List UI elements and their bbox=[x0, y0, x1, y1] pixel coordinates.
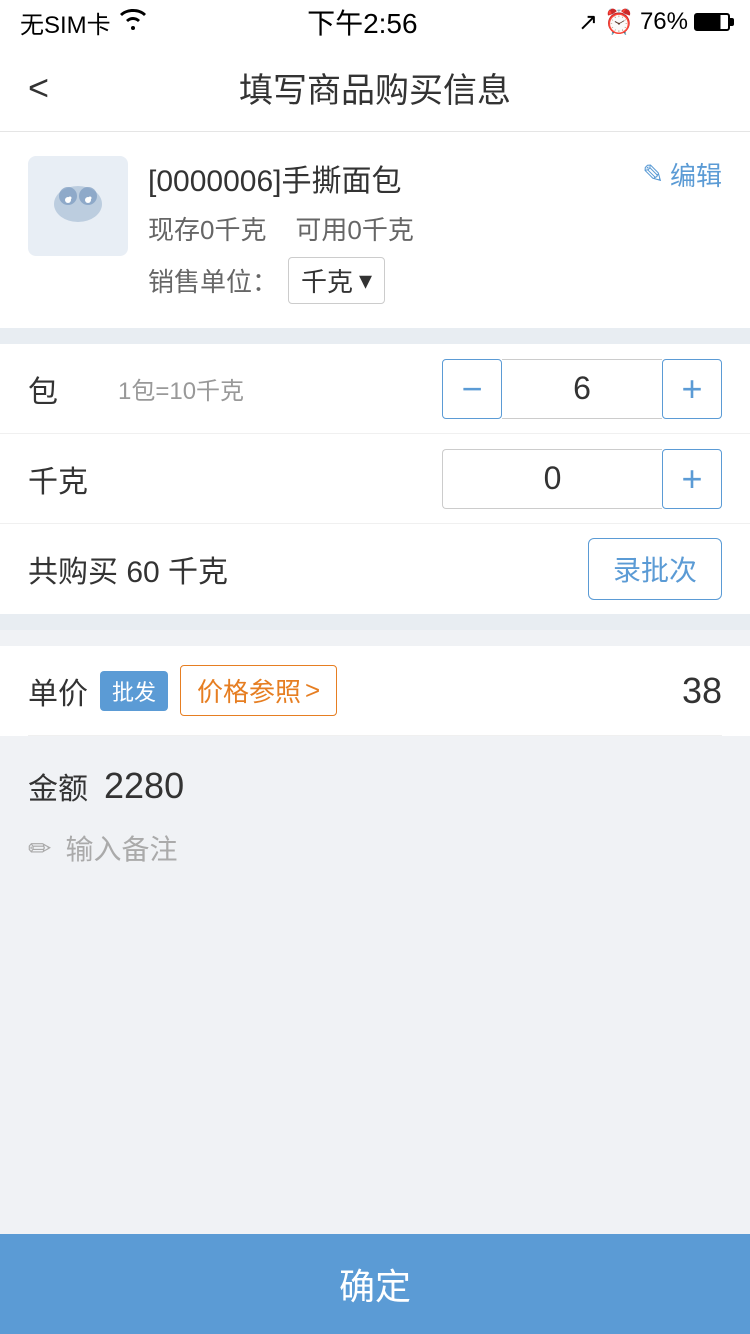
confirm-bar[interactable]: 确定 bbox=[0, 1234, 750, 1334]
price-label: 单价 bbox=[28, 669, 88, 713]
separator-1 bbox=[0, 328, 750, 344]
edit-icon: ✎ bbox=[642, 159, 664, 190]
product-unit-row: 销售单位： 千克 ▾ bbox=[148, 257, 722, 304]
battery-percent: 76% bbox=[640, 8, 688, 36]
amount-label: 金额 bbox=[28, 764, 88, 808]
price-value: 38 bbox=[682, 670, 722, 712]
battery-icon bbox=[694, 13, 730, 31]
bag-plus-button[interactable]: + bbox=[662, 359, 722, 419]
available-label: 可用0千克 bbox=[295, 215, 413, 245]
price-tag: 批发 bbox=[100, 671, 168, 711]
total-row: 共购买 60 千克 录批次 bbox=[0, 524, 750, 614]
bag-minus-button[interactable]: − bbox=[442, 359, 502, 419]
status-time: 下午2:56 bbox=[307, 2, 418, 42]
product-row: [0000006]手撕面包 现存0千克 可用0千克 销售单位： 千克 ▾ bbox=[28, 156, 722, 304]
product-logo bbox=[48, 176, 108, 237]
product-info: [0000006]手撕面包 现存0千克 可用0千克 销售单位： 千克 ▾ bbox=[148, 156, 722, 304]
wifi-icon bbox=[119, 8, 147, 37]
page-title: 填写商品购买信息 bbox=[239, 63, 511, 112]
status-right: ↗ ⏰ 76% bbox=[578, 8, 730, 37]
amount-section: 金额 2280 ✏ 输入备注 bbox=[0, 736, 750, 896]
edit-label: 编辑 bbox=[670, 156, 722, 193]
kg-input[interactable] bbox=[442, 449, 662, 509]
batch-button[interactable]: 录批次 bbox=[588, 538, 722, 600]
product-section: [0000006]手撕面包 现存0千克 可用0千克 销售单位： 千克 ▾ ✎ 编… bbox=[0, 132, 750, 328]
unit-value: 千克 bbox=[301, 262, 353, 299]
bag-controls: − + bbox=[442, 359, 722, 419]
location-icon: ↗ bbox=[578, 8, 598, 37]
price-ref-label: 价格参照 bbox=[197, 672, 301, 709]
unit-label: 销售单位： bbox=[148, 262, 278, 299]
kg-input-row: 千克 + bbox=[0, 434, 750, 524]
bag-sub-label: 1包=10千克 bbox=[118, 371, 244, 406]
remark-text: 输入备注 bbox=[65, 828, 177, 868]
kg-plus-button[interactable]: + bbox=[662, 449, 722, 509]
unit-select[interactable]: 千克 ▾ bbox=[288, 257, 385, 304]
kg-controls: + bbox=[442, 449, 722, 509]
total-text: 共购买 60 千克 bbox=[28, 547, 228, 591]
empty-space bbox=[0, 896, 750, 1176]
nav-bar: < 填写商品购买信息 bbox=[0, 44, 750, 132]
status-bar: 无SIM卡 下午2:56 ↗ ⏰ 76% bbox=[0, 0, 750, 44]
bag-label: 包 bbox=[28, 367, 108, 411]
carrier-label: 无SIM卡 bbox=[20, 5, 111, 40]
stock-label: 现存0千克 bbox=[148, 215, 266, 245]
product-stock: 现存0千克 可用0千克 bbox=[148, 210, 722, 247]
product-name: [0000006]手撕面包 bbox=[148, 156, 722, 200]
amount-value: 2280 bbox=[104, 765, 184, 807]
amount-row: 金额 2280 bbox=[28, 764, 722, 808]
bag-input[interactable] bbox=[502, 359, 662, 419]
bag-input-row: 包 1包=10千克 − + bbox=[0, 344, 750, 434]
unit-dropdown-icon: ▾ bbox=[359, 265, 372, 296]
price-ref-button[interactable]: 价格参照 > bbox=[180, 665, 337, 716]
back-button[interactable]: < bbox=[28, 67, 49, 109]
price-section: 单价 批发 价格参照 > 38 bbox=[0, 646, 750, 736]
separator-2 bbox=[0, 614, 750, 630]
input-section: 包 1包=10千克 − + 千克 + 共购买 60 千克 录批次 bbox=[0, 344, 750, 614]
kg-label: 千克 bbox=[28, 457, 108, 501]
price-row: 单价 批发 价格参照 > 38 bbox=[28, 646, 722, 736]
product-thumbnail bbox=[28, 156, 128, 256]
pencil-icon: ✏ bbox=[28, 832, 51, 865]
confirm-label: 确定 bbox=[339, 1258, 411, 1310]
remark-row[interactable]: ✏ 输入备注 bbox=[28, 828, 722, 896]
alarm-icon: ⏰ bbox=[604, 8, 634, 37]
status-left: 无SIM卡 bbox=[20, 5, 147, 40]
edit-button[interactable]: ✎ 编辑 bbox=[642, 156, 722, 193]
price-ref-arrow: > bbox=[305, 675, 320, 706]
